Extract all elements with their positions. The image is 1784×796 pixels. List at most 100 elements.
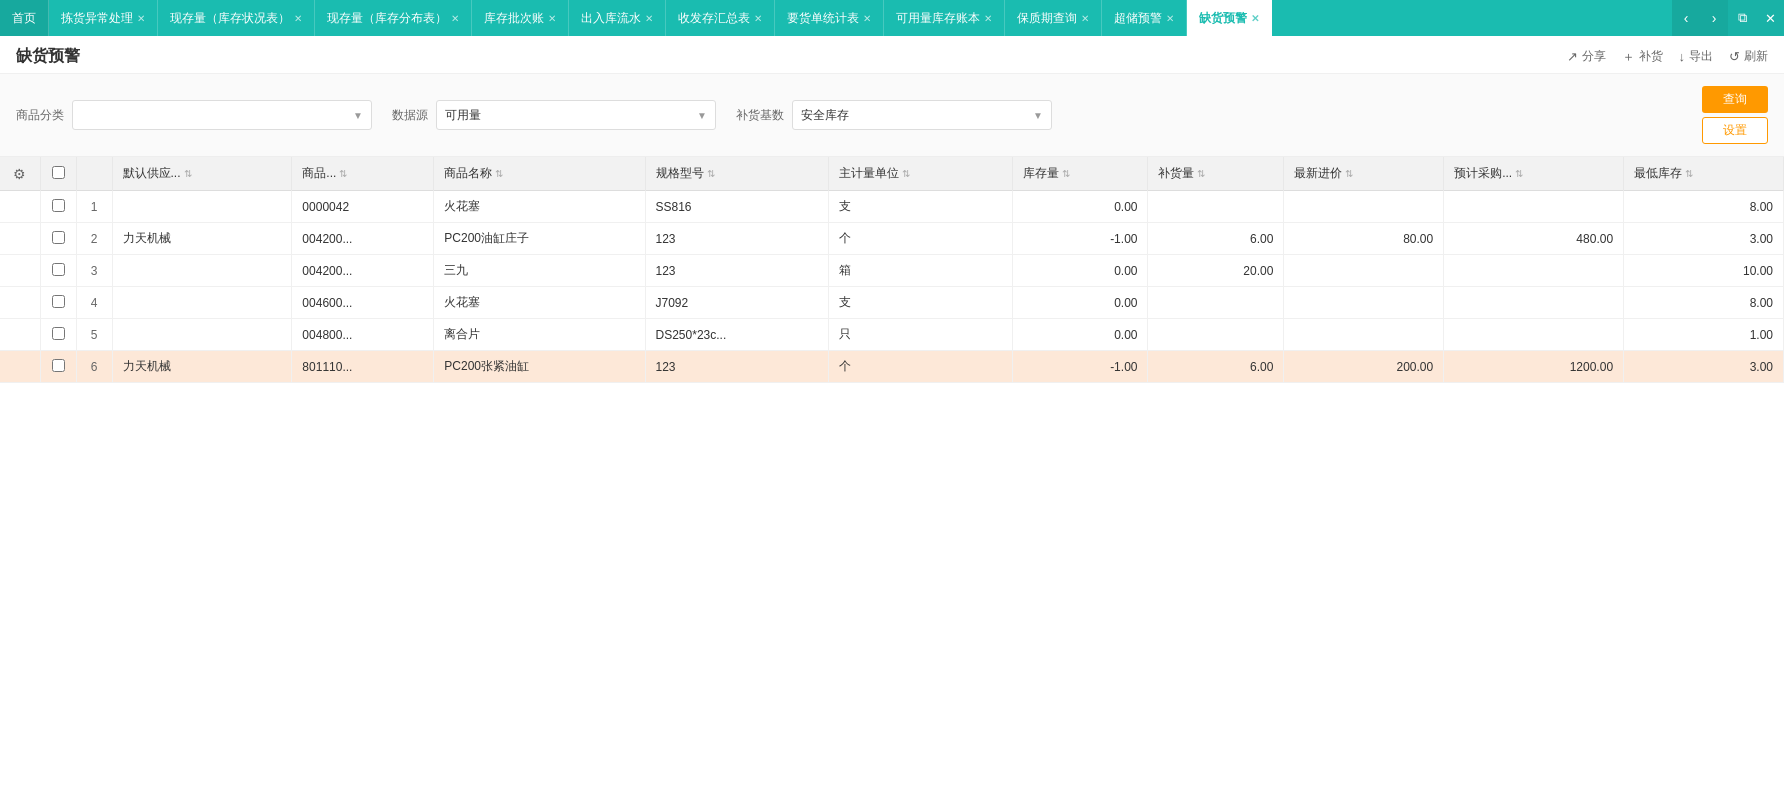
query-button[interactable]: 查询 [1702, 86, 1768, 113]
row-stock: 0.00 [1012, 287, 1148, 319]
expiry-query-tab-label: 保质期查询 [1017, 10, 1077, 27]
refresh-button[interactable]: ↺ 刷新 [1729, 48, 1768, 65]
row-checkbox[interactable] [52, 327, 65, 340]
nav-tab-expiry-query[interactable]: 保质期查询 ✕ [1005, 0, 1102, 36]
share-button[interactable]: ↗ 分享 [1567, 48, 1606, 65]
row-product-name: 火花塞 [434, 287, 645, 319]
row-gear-cell [0, 255, 40, 287]
row-gear-cell [0, 319, 40, 351]
export-button[interactable]: ↓ 导出 [1679, 48, 1714, 65]
nav-tab-inventory-dist[interactable]: 现存量（库存分布表） ✕ [315, 0, 472, 36]
sort-min-stock-icon[interactable]: ⇅ [1685, 168, 1693, 179]
nav-tab-home[interactable]: 首页 [0, 0, 49, 36]
replenish-label: 补货 [1639, 48, 1663, 65]
nav-tab-flow[interactable]: 出入库流水 ✕ [569, 0, 666, 36]
row-spec: DS250*23c... [645, 319, 828, 351]
row-checkbox[interactable] [52, 359, 65, 372]
row-check-cell [40, 351, 76, 383]
nav-next-button[interactable]: › [1700, 0, 1728, 36]
datasource-filter: 数据源 可用量 ▼ [392, 100, 716, 130]
close-icon[interactable]: ✕ [863, 13, 871, 24]
row-min-stock: 8.00 [1624, 191, 1784, 223]
row-min-stock: 3.00 [1624, 351, 1784, 383]
row-product-name: PC200油缸庄子 [434, 223, 645, 255]
sort-supplier-icon[interactable]: ⇅ [184, 168, 192, 179]
row-latest-price: 200.00 [1284, 351, 1444, 383]
col-min-stock: 最低库存 ⇅ [1624, 157, 1784, 191]
close-icon[interactable]: ✕ [294, 13, 302, 24]
nav-arrows: ‹ › ⧉ ✕ [1672, 0, 1784, 36]
sort-product-code-icon[interactable]: ⇅ [339, 168, 347, 179]
datasource-label: 数据源 [392, 107, 428, 124]
replenish-base-select[interactable]: 安全库存 ▼ [792, 100, 1052, 130]
abnormal-tab-label: 拣货异常处理 [61, 10, 133, 27]
select-all-checkbox[interactable] [52, 166, 65, 179]
nav-prev-button[interactable]: ‹ [1672, 0, 1700, 36]
sort-unit-icon[interactable]: ⇅ [902, 168, 910, 179]
refresh-icon: ↺ [1729, 49, 1740, 64]
table-row: 1 0000042 火花塞 SS816 支 0.00 8.00 [0, 191, 1784, 223]
nav-tab-overstock[interactable]: 超储预警 ✕ [1102, 0, 1187, 36]
nav-tab-available-ledger[interactable]: 可用量库存账本 ✕ [884, 0, 1005, 36]
close-icon[interactable]: ✕ [1251, 13, 1259, 24]
requisition-stat-tab-label: 要货单统计表 [787, 10, 859, 27]
refresh-label: 刷新 [1744, 48, 1768, 65]
settings-button[interactable]: 设置 [1702, 117, 1768, 144]
row-latest-price [1284, 255, 1444, 287]
sort-product-name-icon[interactable]: ⇅ [495, 168, 503, 179]
close-icon[interactable]: ✕ [984, 13, 992, 24]
nav-tab-batch-account[interactable]: 库存批次账 ✕ [472, 0, 569, 36]
row-check-cell [40, 191, 76, 223]
export-label: 导出 [1689, 48, 1713, 65]
category-label: 商品分类 [16, 107, 64, 124]
sort-latest-price-icon[interactable]: ⇅ [1345, 168, 1353, 179]
row-checkbox[interactable] [52, 231, 65, 244]
nav-tab-inventory-status[interactable]: 现存量（库存状况表） ✕ [158, 0, 315, 36]
col-est-purchase-label: 预计采购... [1454, 165, 1512, 182]
sort-est-purchase-icon[interactable]: ⇅ [1515, 168, 1523, 179]
close-icon[interactable]: ✕ [1081, 13, 1089, 24]
col-replenish-qty-label: 补货量 [1158, 165, 1194, 182]
nav-tab-requisition-stat[interactable]: 要货单统计表 ✕ [775, 0, 884, 36]
close-icon[interactable]: ✕ [548, 13, 556, 24]
row-product-name: 火花塞 [434, 191, 645, 223]
row-default-supplier [112, 255, 292, 287]
row-checkbox[interactable] [52, 263, 65, 276]
row-est-purchase [1444, 191, 1624, 223]
page-header: 缺货预警 ↗ 分享 ＋ 补货 ↓ 导出 ↺ 刷新 [0, 36, 1784, 74]
col-product-code-label: 商品... [302, 165, 336, 182]
row-num: 1 [76, 191, 112, 223]
close-icon[interactable]: ✕ [137, 13, 145, 24]
row-latest-price [1284, 287, 1444, 319]
row-checkbox[interactable] [52, 199, 65, 212]
row-default-supplier: 力天机械 [112, 351, 292, 383]
table-row: 4 004600... 火花塞 J7092 支 0.00 8.00 [0, 287, 1784, 319]
sort-spec-icon[interactable]: ⇅ [707, 168, 715, 179]
table-row: 5 004800... 离合片 DS250*23c... 只 0.00 1.00 [0, 319, 1784, 351]
nav-close-button[interactable]: ✕ [1756, 0, 1784, 36]
nav-tab-recv-summary[interactable]: 收发存汇总表 ✕ [666, 0, 775, 36]
row-replenish-qty: 20.00 [1148, 255, 1284, 287]
replenish-button[interactable]: ＋ 补货 [1622, 48, 1663, 66]
sort-stock-icon[interactable]: ⇅ [1062, 168, 1070, 179]
share-icon: ↗ [1567, 49, 1578, 64]
column-settings-icon[interactable]: ⚙ [13, 166, 26, 182]
row-product-code: 004200... [292, 255, 434, 287]
row-checkbox[interactable] [52, 295, 65, 308]
close-icon[interactable]: ✕ [1166, 13, 1174, 24]
row-product-name: 离合片 [434, 319, 645, 351]
category-select[interactable]: ▼ [72, 100, 372, 130]
nav-tab-shortage[interactable]: 缺货预警 ✕ [1187, 0, 1272, 36]
close-icon[interactable]: ✕ [451, 13, 459, 24]
nav-tab-abnormal[interactable]: 拣货异常处理 ✕ [49, 0, 158, 36]
datasource-select[interactable]: 可用量 ▼ [436, 100, 716, 130]
available-ledger-tab-label: 可用量库存账本 [896, 10, 980, 27]
category-dropdown-arrow-icon: ▼ [353, 110, 363, 121]
sort-replenish-qty-icon[interactable]: ⇅ [1197, 168, 1205, 179]
table-header-row: ⚙ 默认供应... ⇅ 商品... ⇅ [0, 157, 1784, 191]
close-icon[interactable]: ✕ [645, 13, 653, 24]
nav-restore-button[interactable]: ⧉ [1728, 0, 1756, 36]
col-product-code: 商品... ⇅ [292, 157, 434, 191]
close-icon[interactable]: ✕ [754, 13, 762, 24]
row-product-code: 801110... [292, 351, 434, 383]
